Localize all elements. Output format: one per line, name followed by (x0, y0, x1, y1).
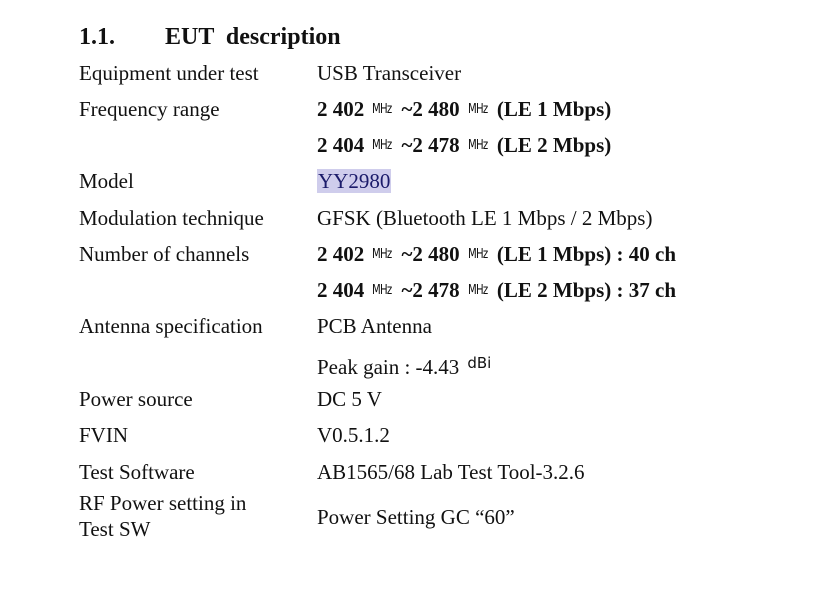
label-model: Model (79, 169, 134, 193)
label-rf-power-line2: Test SW (79, 517, 151, 541)
value-frequency-le1: 2 402 MHz ~2 480 MHz (LE 1 Mbps) (317, 96, 611, 123)
unit-mhz: MHz (372, 138, 392, 153)
freq-mode: (LE 2 Mbps) (496, 133, 612, 157)
unit-mhz: MHz (372, 247, 392, 262)
label-software: Test Software (79, 460, 195, 484)
value-equipment: USB Transceiver (317, 61, 462, 85)
value-antenna: PCB Antenna (317, 314, 432, 338)
peak-gain: Peak gain : -4.43 (317, 355, 460, 379)
tilde: ~ (401, 133, 413, 157)
value-rf-power: Power Setting GC “60” (317, 505, 515, 529)
label-modulation: Modulation technique (79, 206, 264, 230)
label-antenna: Antenna specification (79, 314, 263, 338)
section-heading: 1.1. EUT description (79, 24, 341, 51)
unit-mhz: MHz (372, 283, 392, 298)
selected-text[interactable]: YY2980 (317, 169, 392, 193)
freq-start: 2 404 (317, 278, 365, 302)
unit-mhz: MHz (467, 102, 488, 117)
channel-mode: (LE 1 Mbps) : 40 ch (496, 242, 677, 266)
freq-start: 2 402 (317, 97, 365, 121)
value-antenna-gain: Peak gain : -4.43 dBi (317, 350, 491, 380)
unit-mhz: MHz (467, 283, 488, 298)
tilde: ~ (401, 242, 413, 266)
label-equipment: Equipment under test (79, 61, 259, 85)
unit-mhz: MHz (372, 102, 392, 117)
freq-end: 2 480 (412, 97, 460, 121)
value-channels-le2: 2 404 MHz ~2 478 MHz (LE 2 Mbps) : 37 ch (317, 277, 676, 304)
label-fvin: FVIN (79, 423, 129, 447)
freq-mode: (LE 1 Mbps) (496, 97, 612, 121)
freq-start: 2 402 (317, 242, 365, 266)
tilde: ~ (401, 278, 413, 302)
freq-end: 2 478 (412, 278, 460, 302)
value-power: DC 5 V (317, 387, 382, 411)
unit-mhz: MHz (467, 138, 488, 153)
value-channels-le1: 2 402 MHz ~2 480 MHz (LE 1 Mbps) : 40 ch (317, 241, 676, 268)
label-frequency: Frequency range (79, 97, 220, 121)
freq-end: 2 478 (412, 133, 460, 157)
label-power: Power source (79, 387, 193, 411)
tilde: ~ (401, 97, 413, 121)
value-fvin: V0.5.1.2 (317, 423, 390, 447)
value-frequency-le2: 2 404 MHz ~2 478 MHz (LE 2 Mbps) (317, 132, 611, 159)
value-software: AB1565/68 Lab Test Tool-3.2.6 (317, 460, 585, 484)
label-channels: Number of channels (79, 242, 250, 266)
unit-mhz: MHz (467, 247, 488, 262)
freq-end: 2 480 (412, 242, 460, 266)
channel-mode: (LE 2 Mbps) : 37 ch (496, 278, 677, 302)
label-rf-power-line1: RF Power setting in (79, 491, 247, 515)
section-title: EUT description (165, 24, 341, 50)
value-modulation: GFSK (Bluetooth LE 1 Mbps / 2 Mbps) (317, 206, 653, 230)
value-model[interactable]: YY2980 (317, 168, 392, 194)
section-number: 1.1. (79, 24, 115, 50)
unit-dbi: dBi (467, 354, 492, 372)
freq-start: 2 404 (317, 133, 365, 157)
